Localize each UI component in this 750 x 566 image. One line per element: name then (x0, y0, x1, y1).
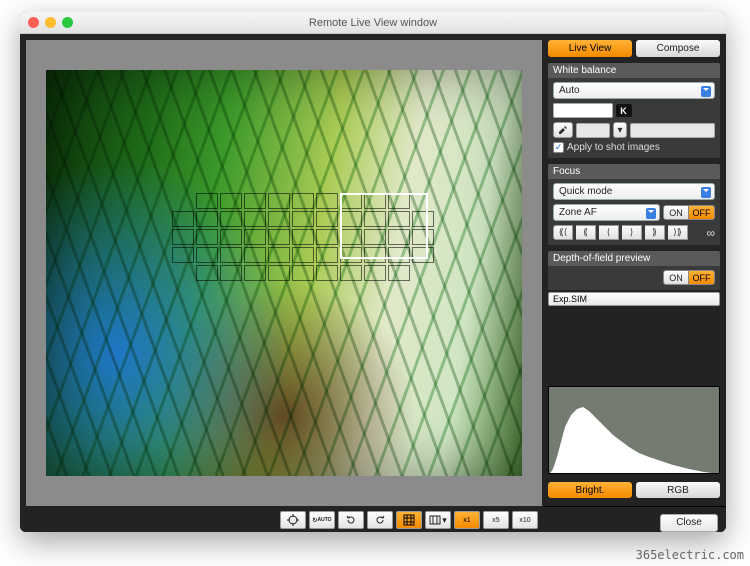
apply-to-shot-label: Apply to shot images (567, 142, 660, 153)
focus-switch[interactable]: ON OFF (663, 205, 715, 220)
af-area-select[interactable]: Zone AF (553, 204, 660, 221)
window-body: ↻AUTO ▾ x1 x5 x10 Live View Compose Whit… (20, 34, 726, 532)
kelvin-badge-icon: K (616, 104, 632, 117)
focus-near-1[interactable]: ⟨ (599, 225, 619, 240)
wb-shift-input[interactable] (576, 123, 610, 138)
histogram (548, 386, 720, 474)
focus-header: Focus (548, 164, 720, 179)
preview-toolbar: ↻AUTO ▾ x1 x5 x10 (20, 508, 544, 532)
zoom-10x-button[interactable]: x10 (512, 511, 538, 529)
focus-mode-select[interactable]: Quick mode (553, 183, 715, 200)
titlebar: Remote Live View window (20, 12, 726, 34)
wb-mode-select[interactable]: Auto (553, 82, 715, 99)
wb-shift-dropdown[interactable]: ▾ (613, 122, 627, 138)
target-button[interactable] (280, 511, 306, 529)
traffic-lights (28, 17, 73, 28)
focus-far-2[interactable]: ⟫ (645, 225, 665, 240)
wb-kelvin-input[interactable] (553, 103, 613, 118)
live-view-preview[interactable] (26, 40, 542, 506)
minimize-window-icon[interactable] (45, 17, 56, 28)
tab-compose[interactable]: Compose (636, 40, 720, 57)
dof-off[interactable]: OFF (689, 270, 715, 285)
dof-on[interactable]: ON (663, 270, 689, 285)
window-title: Remote Live View window (20, 17, 726, 29)
photo-placeholder (46, 70, 522, 476)
close-bar: Close (544, 506, 726, 532)
dof-header: Depth-of-field preview (548, 251, 720, 266)
watermark: 365electric.com (636, 548, 744, 562)
focus-step-row: ⟪⟨ ⟪ ⟨ ⟩ ⟫ ⟩⟫ ∞ (553, 225, 715, 240)
bright-button[interactable]: Bright. (548, 482, 632, 498)
focus-near-2[interactable]: ⟪ (576, 225, 596, 240)
apply-to-shot-checkbox[interactable]: ✓ (553, 142, 564, 153)
wb-value-input[interactable] (630, 123, 715, 138)
white-balance-header: White balance (548, 63, 720, 78)
aspect-button[interactable]: ▾ (425, 511, 451, 529)
focus-panel: Quick mode Zone AF ON OFF ⟪⟨ ⟪ ⟨ ⟩ ⟫ (548, 179, 720, 245)
zoom-5x-button[interactable]: x5 (483, 511, 509, 529)
zoom-window-icon[interactable] (62, 17, 73, 28)
rotate-cw-button[interactable] (367, 511, 393, 529)
infinity-icon: ∞ (706, 226, 715, 240)
grid-overlay-button[interactable] (396, 511, 422, 529)
rgb-button[interactable]: RGB (636, 482, 720, 498)
close-button[interactable]: Close (660, 514, 718, 532)
exp-sim-button[interactable]: Exp.SIM (548, 292, 720, 306)
af-point-grid (170, 192, 437, 306)
rotate-ccw-button[interactable] (338, 511, 364, 529)
left-pane: ↻AUTO ▾ x1 x5 x10 (20, 34, 544, 532)
window: Remote Live View window (20, 12, 726, 532)
auto-button[interactable]: ↻AUTO (309, 511, 335, 529)
focus-near-3[interactable]: ⟪⟨ (553, 225, 573, 240)
tab-live-view[interactable]: Live View (548, 40, 632, 57)
right-pane: Live View Compose White balance Auto K ▾ (544, 34, 726, 532)
close-window-icon[interactable] (28, 17, 39, 28)
focus-far-1[interactable]: ⟩ (622, 225, 642, 240)
wb-eyedropper-button[interactable] (553, 122, 573, 138)
focus-off[interactable]: OFF (689, 205, 715, 220)
histogram-mode-row: Bright. RGB (548, 482, 720, 498)
af-zone-selection[interactable] (340, 193, 428, 259)
white-balance-panel: Auto K ▾ ✓ Apply to shot images (548, 78, 720, 158)
dof-panel: ON OFF (548, 266, 720, 290)
dof-switch[interactable]: ON OFF (663, 270, 715, 285)
focus-on[interactable]: ON (663, 205, 689, 220)
focus-far-3[interactable]: ⟩⟫ (668, 225, 688, 240)
zoom-1x-button[interactable]: x1 (454, 511, 480, 529)
mode-tabs: Live View Compose (548, 40, 720, 57)
